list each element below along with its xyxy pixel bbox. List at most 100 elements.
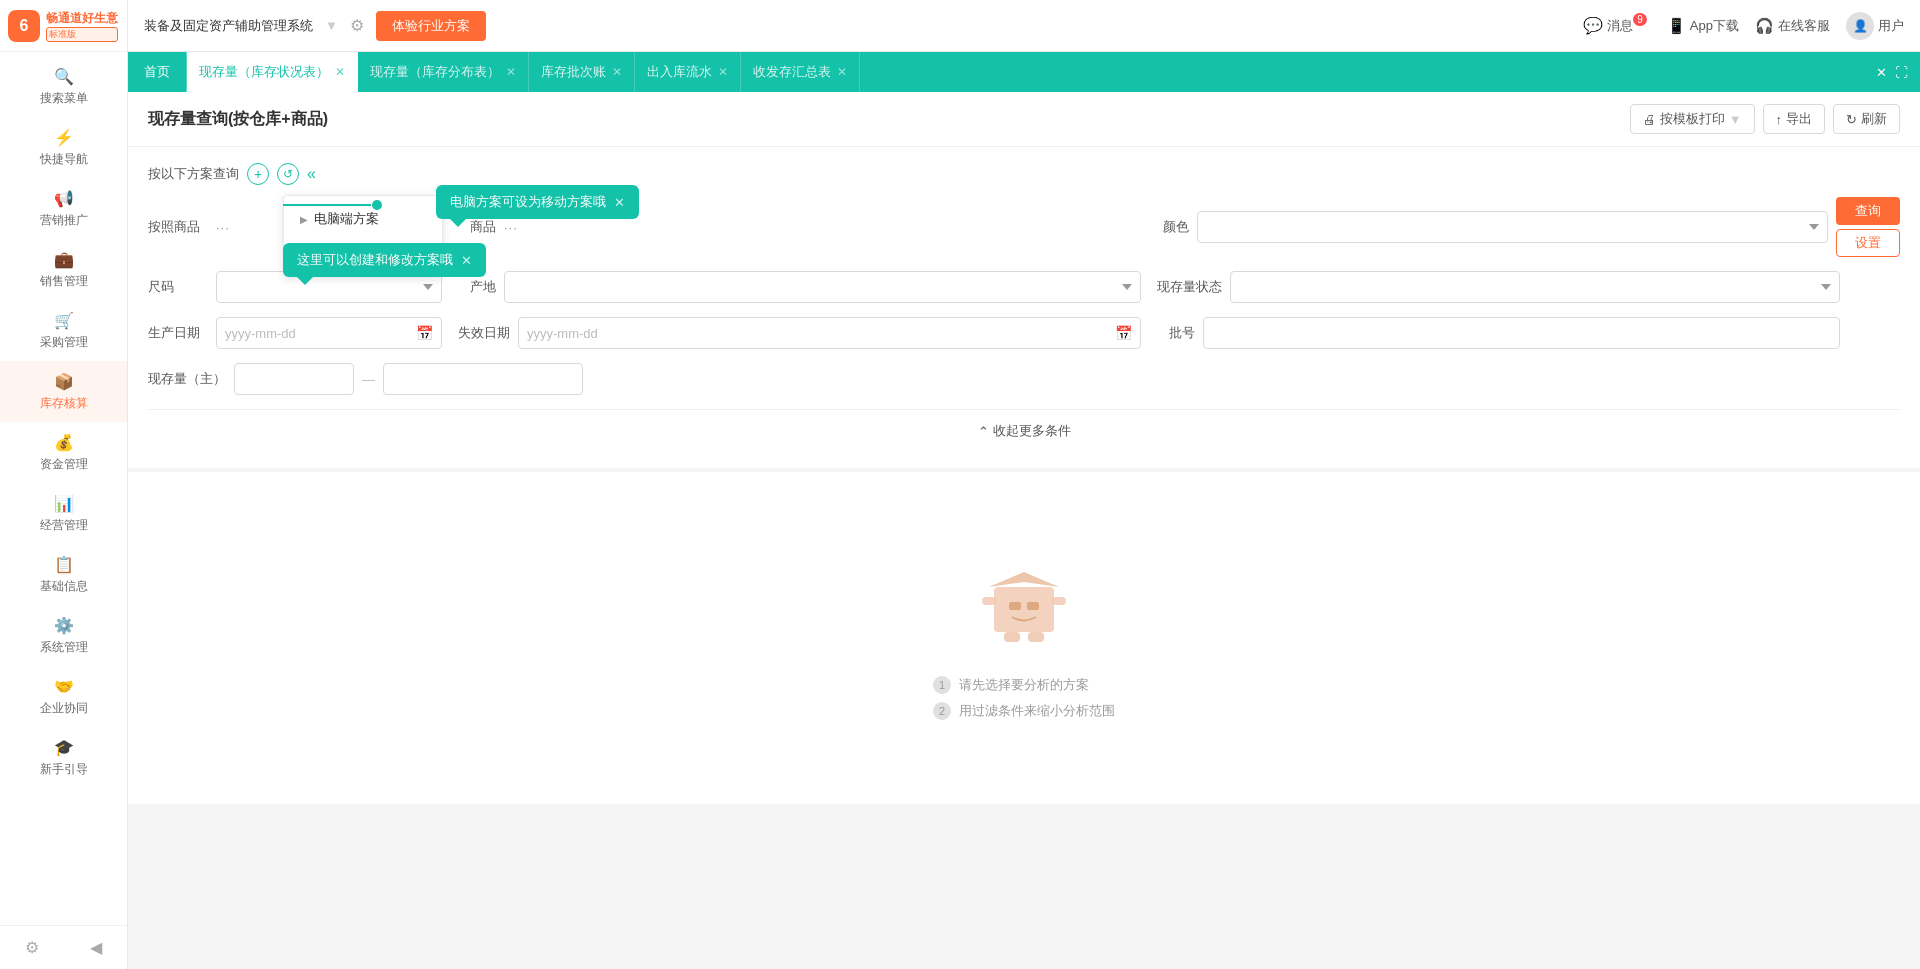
tooltip2-arrow bbox=[297, 277, 313, 285]
finance-icon: 💰 bbox=[54, 432, 74, 452]
batch-label: 批号 bbox=[1157, 324, 1195, 342]
stock-status-select[interactable] bbox=[1230, 271, 1840, 303]
tooltip1-arrow bbox=[450, 219, 466, 227]
settings-button[interactable]: 设置 bbox=[1836, 229, 1900, 257]
logo-icon: 6 bbox=[8, 10, 40, 42]
filter-back-button[interactable]: « bbox=[307, 165, 316, 183]
expire-date-placeholder: yyyy-mm-dd bbox=[527, 326, 598, 341]
tip-num-2: 2 bbox=[933, 702, 951, 720]
sidebar-item-cooperation[interactable]: 🤝 企业协同 bbox=[0, 666, 127, 727]
expire-date-input[interactable]: yyyy-mm-dd 📅 bbox=[518, 317, 1141, 349]
sidebar-item-sales[interactable]: 💼 销售管理 bbox=[0, 239, 127, 300]
query-button[interactable]: 查询 bbox=[1836, 197, 1900, 225]
sidebar-item-search[interactable]: 🔍 搜索菜单 bbox=[0, 56, 127, 117]
app-download-button[interactable]: 📱 App下载 bbox=[1667, 17, 1739, 35]
empty-illustration bbox=[974, 552, 1074, 652]
refresh-button[interactable]: ↻ 刷新 bbox=[1833, 104, 1900, 134]
print-button[interactable]: 🖨 按模板打印 ▼ bbox=[1630, 104, 1755, 134]
stock-max-input[interactable] bbox=[383, 363, 583, 395]
topbar-divider: ▼ bbox=[325, 18, 338, 33]
tutorial-icon: 🎓 bbox=[54, 737, 74, 757]
sidebar-item-inventory[interactable]: 📦 库存核算 bbox=[0, 361, 127, 422]
print-dropdown-icon: ▼ bbox=[1729, 112, 1742, 127]
tooltip1-close-icon[interactable]: ✕ bbox=[614, 195, 625, 210]
stock-status-label: 现存量状态 bbox=[1157, 278, 1222, 296]
main-area: 装备及固定资产辅助管理系统 ▼ ⚙ 体验行业方案 💬 消息 9 📱 App下载 … bbox=[128, 0, 1920, 969]
filter-cell-goods: 商品 ··· bbox=[458, 218, 1151, 236]
prod-date-placeholder: yyyy-mm-dd bbox=[225, 326, 296, 341]
sidebar-item-quicknav[interactable]: ⚡ 快捷导航 bbox=[0, 117, 127, 178]
stock-range-dash: — bbox=[362, 372, 375, 387]
settings-bottom-icon[interactable]: ⚙ bbox=[25, 938, 39, 957]
collapse-sidebar-icon[interactable]: ◀ bbox=[90, 938, 102, 957]
tooltip1-text: 电脑方案可设为移动方案哦 bbox=[450, 193, 606, 211]
sidebar-item-operations[interactable]: 📊 经营管理 bbox=[0, 483, 127, 544]
svg-rect-5 bbox=[1052, 597, 1066, 605]
scheme-desktop-item[interactable]: ▶ 电脑端方案 bbox=[284, 202, 442, 236]
print-icon: 🖨 bbox=[1643, 112, 1656, 127]
tab-inout-flow[interactable]: 出入库流水 ✕ bbox=[635, 52, 741, 92]
svg-rect-4 bbox=[982, 597, 996, 605]
tab-home[interactable]: 首页 bbox=[128, 52, 187, 92]
message-icon: 💬 bbox=[1583, 16, 1603, 35]
export-icon: ↑ bbox=[1776, 112, 1783, 127]
purchase-icon: 🛒 bbox=[54, 310, 74, 330]
sidebar-item-system[interactable]: ⚙️ 系统管理 bbox=[0, 605, 127, 666]
warehouse-dots[interactable]: ··· bbox=[216, 220, 230, 235]
export-button[interactable]: ↑ 导出 bbox=[1763, 104, 1826, 134]
filter-area: 按以下方案查询 + ↺ « ▶ 电脑端方案 ▶ 移动端方案 电脑方案可设为移动方… bbox=[128, 147, 1920, 468]
industry-plan-button[interactable]: 体验行业方案 bbox=[376, 11, 486, 41]
expire-date-cal-icon: 📅 bbox=[1115, 325, 1132, 341]
topbar-settings-icon[interactable]: ⚙ bbox=[350, 16, 364, 35]
filter-row-4: 现存量（主） — bbox=[148, 363, 1900, 395]
sidebar-item-tutorial[interactable]: 🎓 新手引导 bbox=[0, 727, 127, 788]
tooltip-create-scheme: 这里可以创建和修改方案哦 ✕ bbox=[283, 243, 486, 277]
collapse-btn[interactable]: ⌃ 收起更多条件 bbox=[962, 418, 1087, 444]
filter-add-button[interactable]: + bbox=[247, 163, 269, 185]
empty-state: 1 请先选择要分析的方案 2 用过滤条件来缩小分析范围 bbox=[128, 472, 1920, 804]
goods-dots[interactable]: ··· bbox=[504, 220, 518, 235]
tip-num-1: 1 bbox=[933, 676, 951, 694]
stock-min-input[interactable] bbox=[234, 363, 354, 395]
mobile-icon: 📱 bbox=[1667, 17, 1686, 35]
tooltip2-text: 这里可以创建和修改方案哦 bbox=[297, 251, 453, 269]
sidebar-item-purchase[interactable]: 🛒 采购管理 bbox=[0, 300, 127, 361]
tab-batch-account[interactable]: 库存批次账 ✕ bbox=[529, 52, 635, 92]
warehouse-field-label: 按照商品 bbox=[148, 218, 208, 236]
tab2-close-icon[interactable]: ✕ bbox=[506, 65, 516, 79]
filter-reset-button[interactable]: ↺ bbox=[277, 163, 299, 185]
indicator-line bbox=[283, 204, 371, 206]
sidebar-item-marketing[interactable]: 📢 营销推广 bbox=[0, 178, 127, 239]
tab-close-all-icon[interactable]: ✕ bbox=[1876, 65, 1887, 80]
online-service-button[interactable]: 🎧 在线客服 bbox=[1755, 17, 1830, 35]
tab3-close-icon[interactable]: ✕ bbox=[612, 65, 622, 79]
system-name: 装备及固定资产辅助管理系统 bbox=[144, 17, 313, 35]
tooltip2-close-icon[interactable]: ✕ bbox=[461, 253, 472, 268]
sidebar-item-finance[interactable]: 💰 资金管理 bbox=[0, 422, 127, 483]
system-icon: ⚙️ bbox=[54, 615, 74, 635]
page-header-actions: 🖨 按模板打印 ▼ ↑ 导出 ↻ 刷新 bbox=[1630, 104, 1900, 146]
tab5-close-icon[interactable]: ✕ bbox=[837, 65, 847, 79]
color-select[interactable] bbox=[1197, 211, 1828, 243]
tab-stock-summary[interactable]: 收发存汇总表 ✕ bbox=[741, 52, 860, 92]
user-button[interactable]: 👤 用户 bbox=[1846, 12, 1904, 40]
tab-expand-icon[interactable]: ⛶ bbox=[1895, 65, 1908, 80]
sidebar-item-basics[interactable]: 📋 基础信息 bbox=[0, 544, 127, 605]
tab-stock-distribution[interactable]: 现存量（库存分布表） ✕ bbox=[358, 52, 529, 92]
svg-marker-1 bbox=[989, 572, 1059, 587]
svg-rect-2 bbox=[1009, 602, 1021, 610]
page-title: 现存量查询(按仓库+商品) bbox=[148, 109, 328, 142]
prod-date-input[interactable]: yyyy-mm-dd 📅 bbox=[216, 317, 442, 349]
origin-select[interactable] bbox=[504, 271, 1141, 303]
tab1-close-icon[interactable]: ✕ bbox=[335, 65, 345, 79]
prod-date-label: 生产日期 bbox=[148, 324, 208, 342]
batch-input[interactable] bbox=[1203, 317, 1840, 349]
collapse-icon: ⌃ bbox=[978, 424, 989, 439]
page-content: 现存量查询(按仓库+商品) 🖨 按模板打印 ▼ ↑ 导出 ↻ 刷新 bbox=[128, 92, 1920, 969]
tooltip-desktop-scheme: 电脑方案可设为移动方案哦 ✕ bbox=[436, 185, 639, 219]
tab-stock-status[interactable]: 现存量（库存状况表） ✕ bbox=[187, 52, 358, 92]
avatar-placeholder: 👤 bbox=[1853, 19, 1868, 33]
tab4-close-icon[interactable]: ✕ bbox=[718, 65, 728, 79]
message-button[interactable]: 💬 消息 9 bbox=[1583, 16, 1651, 35]
svg-rect-6 bbox=[1004, 632, 1020, 642]
